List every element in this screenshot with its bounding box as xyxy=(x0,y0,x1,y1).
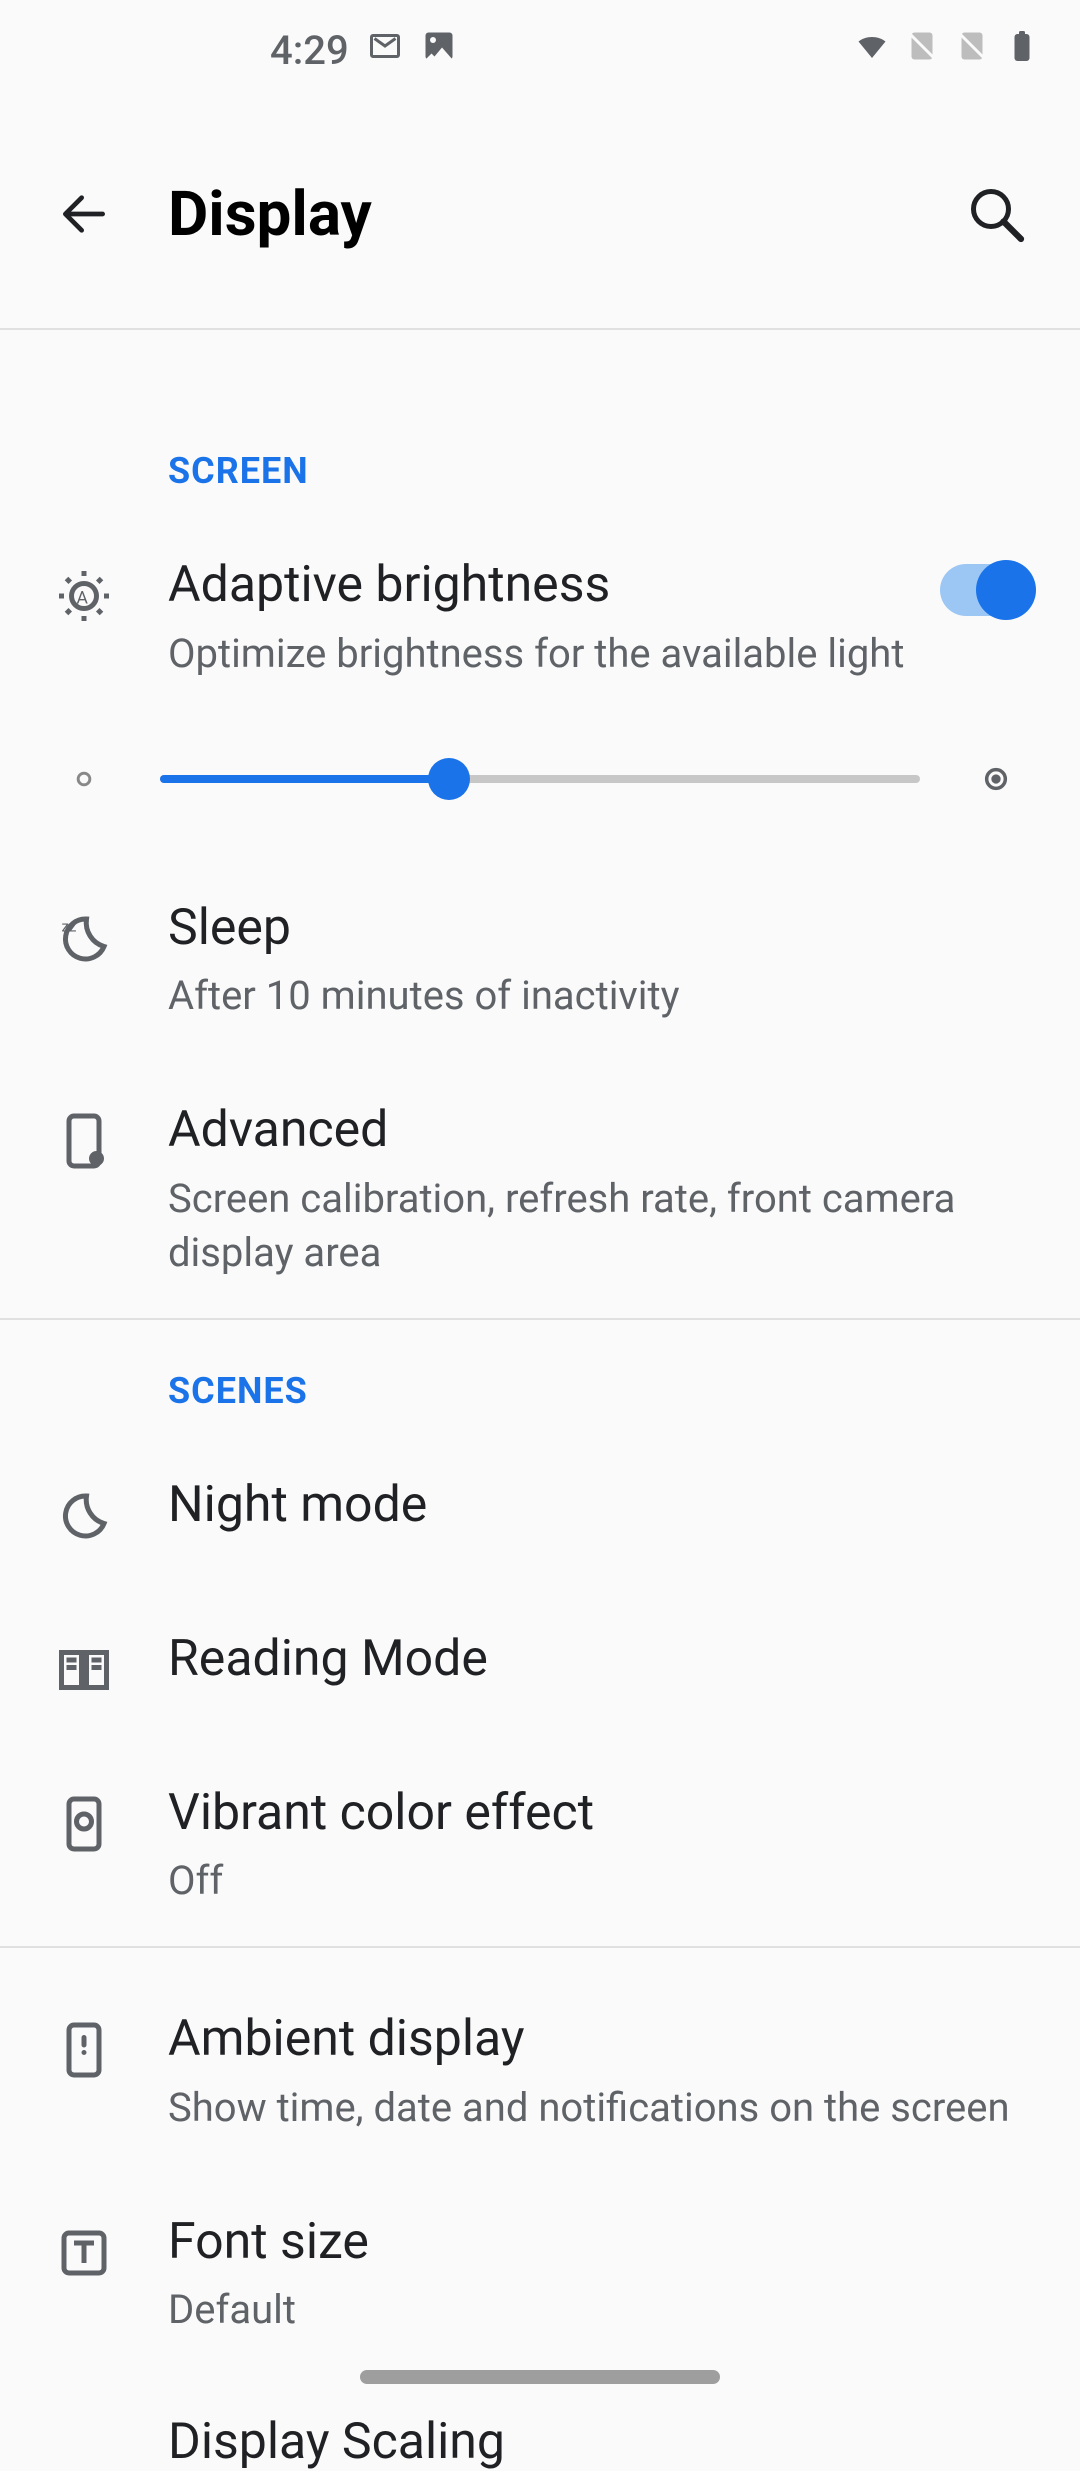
image-icon xyxy=(421,27,457,74)
adaptive-brightness-title: Adaptive brightness xyxy=(168,554,920,617)
row-display-scaling[interactable]: Display Scaling xyxy=(0,2375,1080,2471)
font-size-title: Font size xyxy=(168,2211,1012,2274)
font-size-icon xyxy=(48,2217,120,2289)
reading-mode-title: Reading Mode xyxy=(168,1628,1012,1691)
status-bar: 4:29 xyxy=(0,0,1080,100)
row-vibrant-color[interactable]: Vibrant color effect Off xyxy=(0,1744,1080,1947)
row-adaptive-brightness[interactable]: A Adaptive brightness Optimize brightnes… xyxy=(0,516,1080,719)
row-night-mode[interactable]: Night mode xyxy=(0,1436,1080,1590)
row-advanced[interactable]: Advanced Screen calibration, refresh rat… xyxy=(0,1061,1080,1318)
brightness-auto-icon: A xyxy=(48,560,120,632)
brightness-slider-thumb[interactable] xyxy=(428,758,470,800)
mail-icon xyxy=(367,27,403,74)
book-icon xyxy=(48,1634,120,1706)
ambient-display-subtitle: Show time, date and notifications on the… xyxy=(168,2081,1012,2135)
row-font-size[interactable]: Font size Default xyxy=(0,2173,1080,2376)
row-ambient-display[interactable]: Ambient display Show time, date and noti… xyxy=(0,1948,1080,2173)
brightness-slider[interactable] xyxy=(160,759,920,799)
svg-text:zz: zz xyxy=(62,917,77,935)
sleep-icon: zz xyxy=(48,903,120,975)
page-title: Display xyxy=(168,178,372,251)
adaptive-brightness-toggle[interactable] xyxy=(940,564,1032,616)
sim2-disabled-icon xyxy=(954,27,990,74)
ambient-icon xyxy=(48,2014,120,2086)
brightness-slider-row xyxy=(0,719,1080,859)
advanced-title: Advanced xyxy=(168,1099,1012,1162)
moon-icon xyxy=(48,1480,120,1552)
adaptive-brightness-subtitle: Optimize brightness for the available li… xyxy=(168,627,920,681)
brightness-low-icon xyxy=(48,765,120,793)
sleep-subtitle: After 10 minutes of inactivity xyxy=(168,969,1012,1023)
advanced-subtitle: Screen calibration, refresh rate, front … xyxy=(168,1172,1012,1280)
app-bar: Display xyxy=(0,100,1080,330)
gesture-nav-handle[interactable] xyxy=(360,2370,720,2384)
vibrant-color-subtitle: Off xyxy=(168,1854,1012,1908)
ambient-display-title: Ambient display xyxy=(168,2008,1012,2071)
status-time: 4:29 xyxy=(270,27,349,74)
sleep-title: Sleep xyxy=(168,897,1012,960)
section-header-screen: SCREEN xyxy=(0,400,1080,516)
back-button[interactable] xyxy=(48,178,120,250)
arrow-left-icon xyxy=(56,186,112,242)
svg-text:A: A xyxy=(77,589,89,609)
search-icon xyxy=(966,184,1026,244)
vibrant-color-title: Vibrant color effect xyxy=(168,1782,1012,1845)
row-sleep[interactable]: zz Sleep After 10 minutes of inactivity xyxy=(0,859,1080,1062)
phone-palette-icon xyxy=(48,1788,120,1860)
phone-gear-icon xyxy=(48,1105,120,1177)
night-mode-title: Night mode xyxy=(168,1474,1012,1537)
wifi-icon xyxy=(854,27,890,74)
battery-icon xyxy=(1004,27,1040,74)
brightness-high-icon xyxy=(960,765,1032,793)
search-button[interactable] xyxy=(960,178,1032,250)
sim1-disabled-icon xyxy=(904,27,940,74)
section-header-scenes: SCENES xyxy=(0,1320,1080,1436)
row-reading-mode[interactable]: Reading Mode xyxy=(0,1590,1080,1744)
font-size-subtitle: Default xyxy=(168,2283,1012,2337)
